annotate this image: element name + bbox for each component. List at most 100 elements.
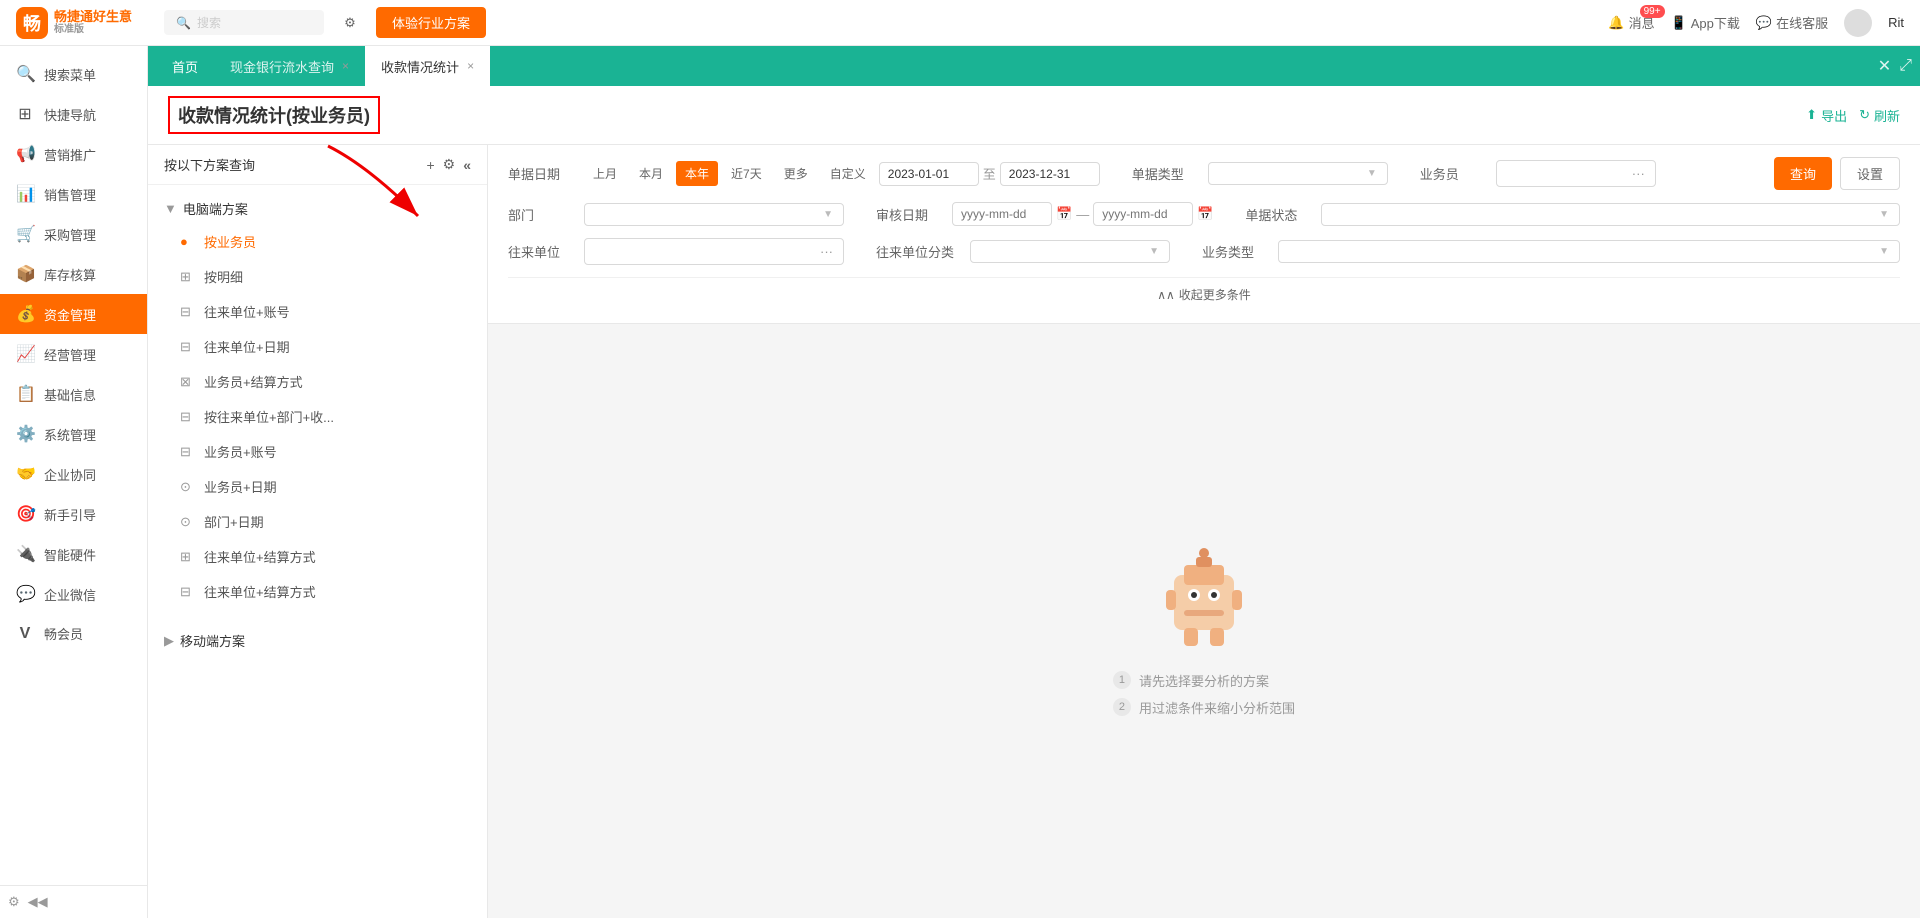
tab-bank-flow[interactable]: 现金银行流水查询 × xyxy=(214,46,365,86)
date-to-input[interactable] xyxy=(1000,162,1100,186)
date-btn-this-year[interactable]: 本年 xyxy=(676,161,718,186)
sidebar-item-operations[interactable]: 📈 经营管理 xyxy=(0,334,147,374)
doc-status-select[interactable]: ▼ xyxy=(1321,203,1900,226)
sidebar-item-search[interactable]: 🔍 搜索菜单 xyxy=(0,54,147,94)
top-search-bar[interactable]: 🔍 搜索 xyxy=(164,10,324,35)
panel-add-button[interactable]: + xyxy=(426,157,434,173)
date-btn-7days[interactable]: 近7天 xyxy=(722,161,771,186)
logo-area: 畅 畅捷通好生意 标准版 xyxy=(16,7,164,39)
review-date-from-input[interactable] xyxy=(952,202,1052,226)
tab-close-all-icon[interactable]: ✕ xyxy=(1878,56,1891,76)
partner-category-select[interactable]: ▼ xyxy=(970,240,1170,263)
sales-icon: 📊 xyxy=(16,184,34,204)
review-date-separator: — xyxy=(1076,207,1089,222)
sidebar-item-quick-nav[interactable]: ⊞ 快捷导航 xyxy=(0,94,147,134)
by-salesperson-label: 按业务员 xyxy=(204,232,256,251)
by-unit-settle2-label: 往来单位+结算方式 xyxy=(204,582,316,601)
export-button[interactable]: ⬆ 导出 xyxy=(1806,106,1847,125)
left-panel: 按以下方案查询 + ⚙ « ▼ 电脑端方案 ● 按业务员 ⊞ 按明细 xyxy=(148,145,488,918)
review-date-to-input[interactable] xyxy=(1093,202,1193,226)
date-from-input[interactable] xyxy=(879,162,979,186)
sidebar-item-label-guide: 新手引导 xyxy=(44,505,96,524)
user-avatar[interactable] xyxy=(1844,9,1872,37)
scheme-item-by-detail[interactable]: ⊞ 按明细 xyxy=(148,259,487,294)
filter-settings-button[interactable]: 设置 xyxy=(1840,157,1900,190)
doc-status-label: 单据状态 xyxy=(1245,205,1305,224)
partner-select[interactable]: ··· xyxy=(584,238,844,265)
sidebar-item-inventory[interactable]: 📦 库存核算 xyxy=(0,254,147,294)
review-date-from-cal-icon[interactable]: 📅 xyxy=(1056,206,1072,222)
bank-flow-tab-close[interactable]: × xyxy=(342,59,349,73)
panel-collapse-button[interactable]: « xyxy=(463,157,471,173)
scheme-item-by-salesperson-account[interactable]: ⊟ 业务员+账号 xyxy=(148,434,487,469)
date-btn-last-month[interactable]: 上月 xyxy=(584,161,626,186)
biz-type-select[interactable]: ▼ xyxy=(1278,240,1900,263)
app-download-label: App下载 xyxy=(1691,13,1740,32)
sidebar-item-label-basic-info: 基础信息 xyxy=(44,385,96,404)
panel-settings-button[interactable]: ⚙ xyxy=(443,156,456,173)
tab-collection-stats[interactable]: 收款情况统计 × xyxy=(365,46,490,86)
desktop-group-title[interactable]: ▼ 电脑端方案 xyxy=(148,193,487,224)
collapse-more-button[interactable]: ∧∧ 收起更多条件 xyxy=(508,277,1900,311)
scheme-item-by-unit-dept-collect[interactable]: ⊟ 按往来单位+部门+收... xyxy=(148,399,487,434)
sidebar-collapse-icon[interactable]: ◀◀ xyxy=(28,894,48,910)
bank-flow-tab-label: 现金银行流水查询 xyxy=(230,57,334,76)
sidebar-item-guide[interactable]: 🎯 新手引导 xyxy=(0,494,147,534)
export-label: 导出 xyxy=(1821,106,1847,125)
scheme-item-by-salesperson-date[interactable]: ⊙ 业务员+日期 xyxy=(148,469,487,504)
scheme-item-by-unit-date[interactable]: ⊟ 往来单位+日期 xyxy=(148,329,487,364)
header-actions: ⬆ 导出 ↻ 刷新 xyxy=(1806,106,1900,125)
doc-type-dropdown-icon: ▼ xyxy=(1367,168,1377,179)
scheme-item-by-unit-account[interactable]: ⊟ 往来单位+账号 xyxy=(148,294,487,329)
doc-type-select[interactable]: ▼ xyxy=(1208,162,1388,185)
refresh-button[interactable]: ↻ 刷新 xyxy=(1859,106,1900,125)
collection-stats-tab-close[interactable]: × xyxy=(467,59,474,73)
empty-hint-2: 2 用过滤条件来缩小分析范围 xyxy=(1113,698,1295,717)
date-btn-this-month[interactable]: 本月 xyxy=(630,161,672,186)
sidebar-item-enterprise[interactable]: 🤝 企业协同 xyxy=(0,454,147,494)
empty-hint-1: 1 请先选择要分析的方案 xyxy=(1113,671,1295,690)
scheme-item-by-salesperson-settle[interactable]: ⊠ 业务员+结算方式 xyxy=(148,364,487,399)
dept-select[interactable]: ▼ xyxy=(584,203,844,226)
review-date-to-cal-icon[interactable]: 📅 xyxy=(1197,206,1213,222)
sidebar-item-wechat[interactable]: 💬 企业微信 xyxy=(0,574,147,614)
sidebar-item-basic-info[interactable]: 📋 基础信息 xyxy=(0,374,147,414)
sidebar-item-label-purchase: 采购管理 xyxy=(44,225,96,244)
scheme-item-by-unit-settle2[interactable]: ⊟ 往来单位+结算方式 xyxy=(148,574,487,609)
sidebar-item-system[interactable]: ⚙️ 系统管理 xyxy=(0,414,147,454)
desktop-schemes-group: ▼ 电脑端方案 ● 按业务员 ⊞ 按明细 ⊟ 往来单位+账号 ⊟ 往来单位 xyxy=(148,185,487,617)
date-btn-more[interactable]: 更多 xyxy=(775,161,817,186)
refresh-icon: ↻ xyxy=(1859,107,1870,123)
partner-more-icon[interactable]: ··· xyxy=(820,244,833,259)
settings-icon-btn[interactable]: ⚙ xyxy=(336,9,364,37)
tab-expand-icon[interactable]: ⤢ xyxy=(1899,57,1912,75)
sidebar-item-marketing[interactable]: 📢 营销推广 xyxy=(0,134,147,174)
salesperson-more-icon[interactable]: ··· xyxy=(1632,166,1645,181)
online-service-button[interactable]: 💬 在线客服 xyxy=(1756,13,1828,32)
sidebar-item-sales[interactable]: 📊 销售管理 xyxy=(0,174,147,214)
by-salesperson-account-icon: ⊟ xyxy=(180,444,196,460)
query-button[interactable]: 查询 xyxy=(1774,157,1832,190)
by-unit-settle2-icon: ⊟ xyxy=(180,584,196,600)
scheme-item-by-salesperson[interactable]: ● 按业务员 xyxy=(148,224,487,259)
sidebar-item-purchase[interactable]: 🛒 采购管理 xyxy=(0,214,147,254)
sidebar-item-smart-hw[interactable]: 🔌 智能硬件 xyxy=(0,534,147,574)
collapse-more-label: 收起更多条件 xyxy=(1179,286,1251,303)
partner-label: 往来单位 xyxy=(508,242,568,261)
empty-state: 1 请先选择要分析的方案 2 用过滤条件来缩小分析范围 xyxy=(488,324,1920,918)
app-download-button[interactable]: 📱 App下载 xyxy=(1671,13,1740,32)
scheme-item-by-dept-date[interactable]: ⊙ 部门+日期 xyxy=(148,504,487,539)
sidebar-item-label-membership: 畅会员 xyxy=(44,624,83,643)
scheme-item-by-unit-settle1[interactable]: ⊞ 往来单位+结算方式 xyxy=(148,539,487,574)
mobile-group-title[interactable]: ▶ 移动端方案 xyxy=(148,625,487,656)
tab-home[interactable]: 首页 xyxy=(156,46,214,86)
sidebar-item-membership[interactable]: V 畅会员 xyxy=(0,614,147,653)
sidebar-item-label-marketing: 营销推广 xyxy=(44,145,96,164)
trial-button[interactable]: 体验行业方案 xyxy=(376,7,486,38)
notification-button[interactable]: 🔔 消息 99+ xyxy=(1608,13,1654,32)
search-icon: 🔍 xyxy=(176,16,191,30)
salesperson-select[interactable]: ··· xyxy=(1496,160,1656,187)
date-btn-custom[interactable]: 自定义 xyxy=(821,161,875,186)
sidebar-item-finance[interactable]: 💰 资金管理 xyxy=(0,294,147,334)
sidebar-settings-icon[interactable]: ⚙ xyxy=(8,894,20,910)
